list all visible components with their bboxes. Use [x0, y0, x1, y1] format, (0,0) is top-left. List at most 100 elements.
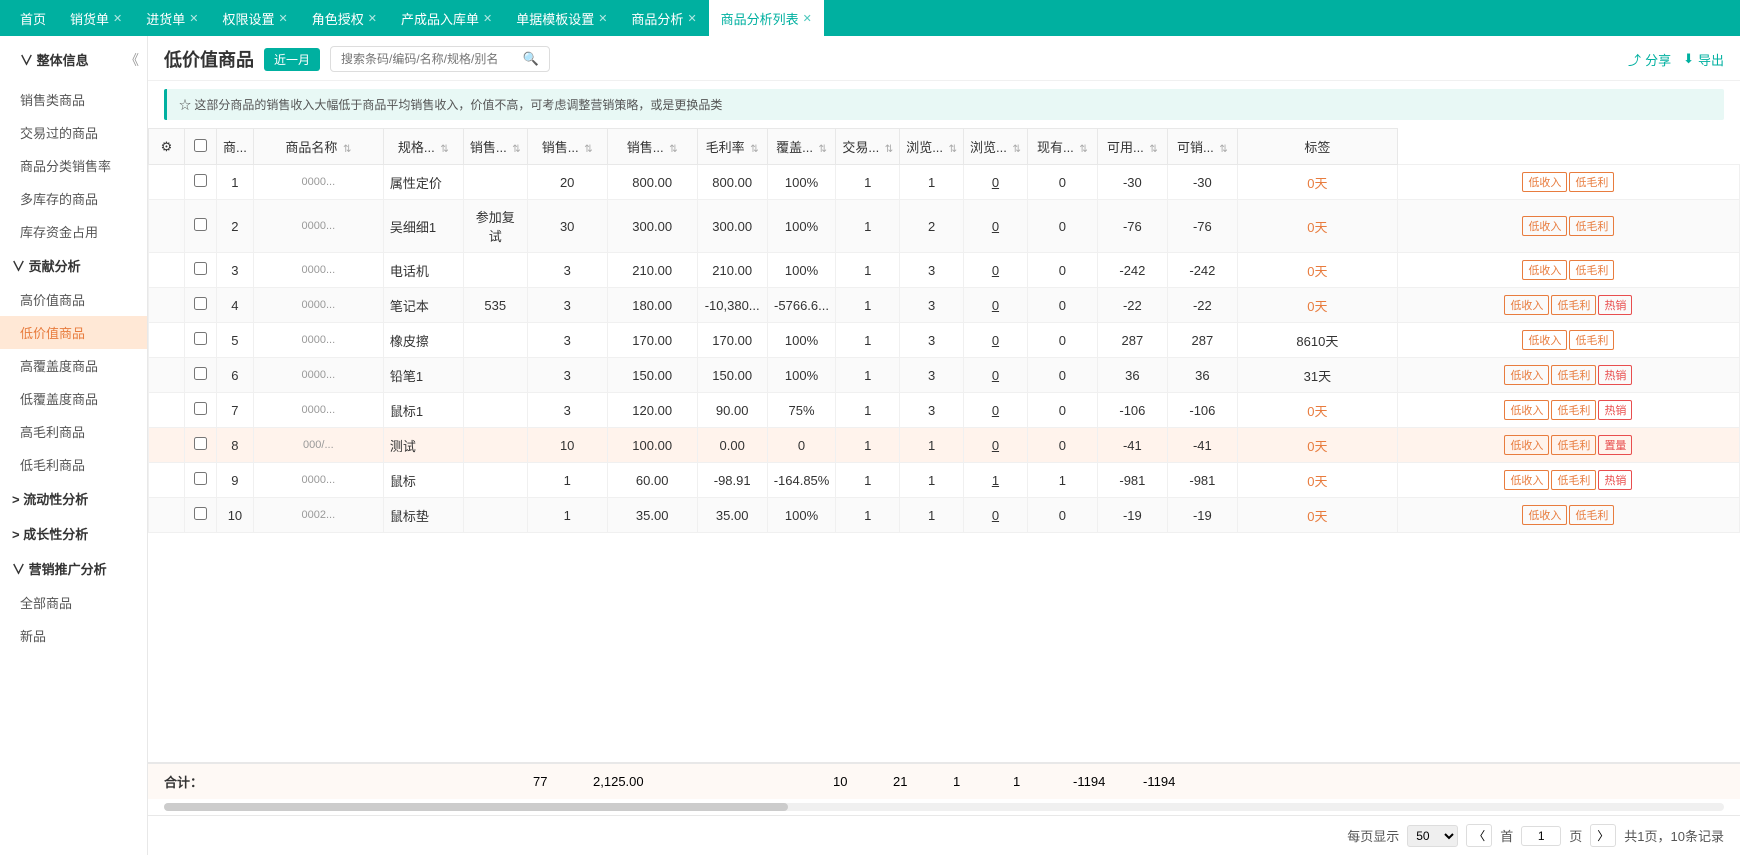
cell-browse1[interactable]: 0 [964, 288, 1028, 323]
row-checkbox[interactable] [194, 402, 207, 415]
scrollbar-thumb[interactable] [164, 803, 788, 811]
nav-purchase-order-close[interactable]: ✕ [189, 12, 198, 25]
sidebar-item-new-goods[interactable]: 新品 [0, 619, 147, 652]
row-checkbox[interactable] [194, 507, 207, 520]
tag: 低毛利 [1551, 400, 1596, 420]
nav-home[interactable]: 首页 [8, 0, 58, 36]
per-page-select[interactable]: 50 100 200 [1407, 825, 1458, 847]
cell-browse1[interactable]: 0 [964, 323, 1028, 358]
next-page-button[interactable]: 〉 [1590, 824, 1616, 847]
browse1-link[interactable]: 0 [992, 403, 999, 418]
browse1-link[interactable]: 0 [992, 508, 999, 523]
cell-days: 8610天 [1237, 323, 1397, 358]
sidebar-item-high-margin[interactable]: 高毛利商品 [0, 415, 147, 448]
cell-checkbox[interactable] [185, 463, 217, 498]
nav-sales-order-close[interactable]: ✕ [113, 12, 122, 25]
tag: 低收入 [1504, 470, 1549, 490]
cell-checkbox[interactable] [185, 428, 217, 463]
cell-browse1[interactable]: 0 [964, 358, 1028, 393]
table-wrapper[interactable]: ⚙ 商... 商品名称 ⇅ 规格... ⇅ 销售... ⇅ 销售... ⇅ 销售… [148, 128, 1740, 762]
sidebar-item-category-sales-rate[interactable]: 商品分类销售率 [0, 149, 147, 182]
cell-browse1[interactable]: 0 [964, 200, 1028, 253]
row-checkbox[interactable] [194, 174, 207, 187]
sidebar-item-sales-goods[interactable]: 销售类商品 [0, 83, 147, 116]
select-all-checkbox[interactable] [194, 139, 207, 152]
row-checkbox[interactable] [194, 472, 207, 485]
cell-checkbox[interactable] [185, 253, 217, 288]
browse1-link[interactable]: 1 [992, 473, 999, 488]
cell-checkbox[interactable] [185, 200, 217, 253]
nav-product-analysis-list[interactable]: 商品分析列表 ✕ [709, 0, 824, 36]
row-checkbox[interactable] [194, 437, 207, 450]
cell-stock: -981 [1097, 463, 1167, 498]
tag: 低收入 [1522, 216, 1567, 236]
sidebar-item-traded-goods[interactable]: 交易过的商品 [0, 116, 147, 149]
cell-browse1[interactable]: 1 [964, 463, 1028, 498]
share-button[interactable]: ⤴ 分享 [1628, 50, 1671, 69]
sidebar-item-low-value[interactable]: 低价值商品 [0, 316, 147, 349]
sidebar-item-stock-funds[interactable]: 库存资金占用 [0, 215, 147, 248]
browse1-link[interactable]: 0 [992, 175, 999, 190]
sidebar-group-growth[interactable]: > 成长性分析 [0, 516, 147, 551]
browse1-link[interactable]: 0 [992, 438, 999, 453]
sidebar-item-low-margin[interactable]: 低毛利商品 [0, 448, 147, 481]
cell-browse1[interactable]: 0 [964, 428, 1028, 463]
nav-product-analysis[interactable]: 商品分析 ✕ [619, 0, 708, 36]
search-input[interactable] [341, 52, 517, 66]
sidebar-item-multi-stock[interactable]: 多库存的商品 [0, 182, 147, 215]
sidebar-group-contribution[interactable]: ∨ 贡献分析 [0, 248, 147, 283]
cell-amount: 0.00 [697, 428, 767, 463]
sidebar-collapse-btn[interactable]: 《 [125, 50, 139, 70]
browse1-link[interactable]: 0 [992, 298, 999, 313]
browse1-link[interactable]: 0 [992, 219, 999, 234]
nav-sales-order[interactable]: 销货单 ✕ [58, 0, 134, 36]
sidebar-group-overall[interactable]: ∨ 整体信息 [8, 42, 101, 77]
nav-permissions[interactable]: 权限设置 ✕ [210, 0, 299, 36]
cell-browse1[interactable]: 0 [964, 165, 1028, 200]
sidebar-item-high-coverage[interactable]: 高覆盖度商品 [0, 349, 147, 382]
cell-gross: -164.85% [767, 463, 836, 498]
cell-checkbox[interactable] [185, 323, 217, 358]
search-icon[interactable]: 🔍 [523, 51, 539, 67]
row-checkbox[interactable] [194, 367, 207, 380]
page-number-input[interactable] [1521, 826, 1561, 846]
row-checkbox[interactable] [194, 297, 207, 310]
cell-gross: 100% [767, 358, 836, 393]
sidebar-group-liquidity[interactable]: > 流动性分析 [0, 481, 147, 516]
browse1-link[interactable]: 0 [992, 333, 999, 348]
row-checkbox[interactable] [194, 332, 207, 345]
cell-checkbox[interactable] [185, 165, 217, 200]
cell-checkbox[interactable] [185, 358, 217, 393]
time-filter-button[interactable]: 近一月 [264, 48, 320, 71]
nav-permissions-close[interactable]: ✕ [279, 12, 288, 25]
row-checkbox[interactable] [194, 218, 207, 231]
sidebar-group-marketing[interactable]: ∨ 营销推广分析 [0, 551, 147, 586]
horizontal-scrollbar[interactable] [164, 803, 1724, 811]
browse1-link[interactable]: 0 [992, 263, 999, 278]
prev-page-button[interactable]: 〈 [1466, 824, 1492, 847]
browse1-link[interactable]: 0 [992, 368, 999, 383]
nav-product-analysis-list-close[interactable]: ✕ [803, 12, 812, 25]
sidebar-item-all-goods[interactable]: 全部商品 [0, 586, 147, 619]
nav-roles-close[interactable]: ✕ [368, 12, 377, 25]
nav-product-analysis-close[interactable]: ✕ [687, 12, 696, 25]
nav-product-instock-close[interactable]: ✕ [483, 12, 492, 25]
nav-product-instock[interactable]: 产成品入库单 ✕ [389, 0, 504, 36]
cell-browse1[interactable]: 0 [964, 393, 1028, 428]
export-button[interactable]: ⬇ 导出 [1683, 50, 1724, 69]
row-checkbox[interactable] [194, 262, 207, 275]
sidebar-item-low-coverage[interactable]: 低覆盖度商品 [0, 382, 147, 415]
cell-checkbox[interactable] [185, 393, 217, 428]
cell-browse1[interactable]: 0 [964, 498, 1028, 533]
cell-browse1[interactable]: 0 [964, 253, 1028, 288]
cell-checkbox[interactable] [185, 288, 217, 323]
sidebar-item-high-value[interactable]: 高价值商品 [0, 283, 147, 316]
nav-template-settings[interactable]: 单据模板设置 ✕ [504, 0, 619, 36]
col-checkbox[interactable] [185, 129, 217, 165]
cell-code: 0000... [253, 200, 383, 253]
nav-purchase-order[interactable]: 进货单 ✕ [134, 0, 210, 36]
cell-checkbox[interactable] [185, 498, 217, 533]
nav-template-settings-close[interactable]: ✕ [598, 12, 607, 25]
col-settings[interactable]: ⚙ [149, 129, 185, 165]
nav-roles[interactable]: 角色授权 ✕ [300, 0, 389, 36]
